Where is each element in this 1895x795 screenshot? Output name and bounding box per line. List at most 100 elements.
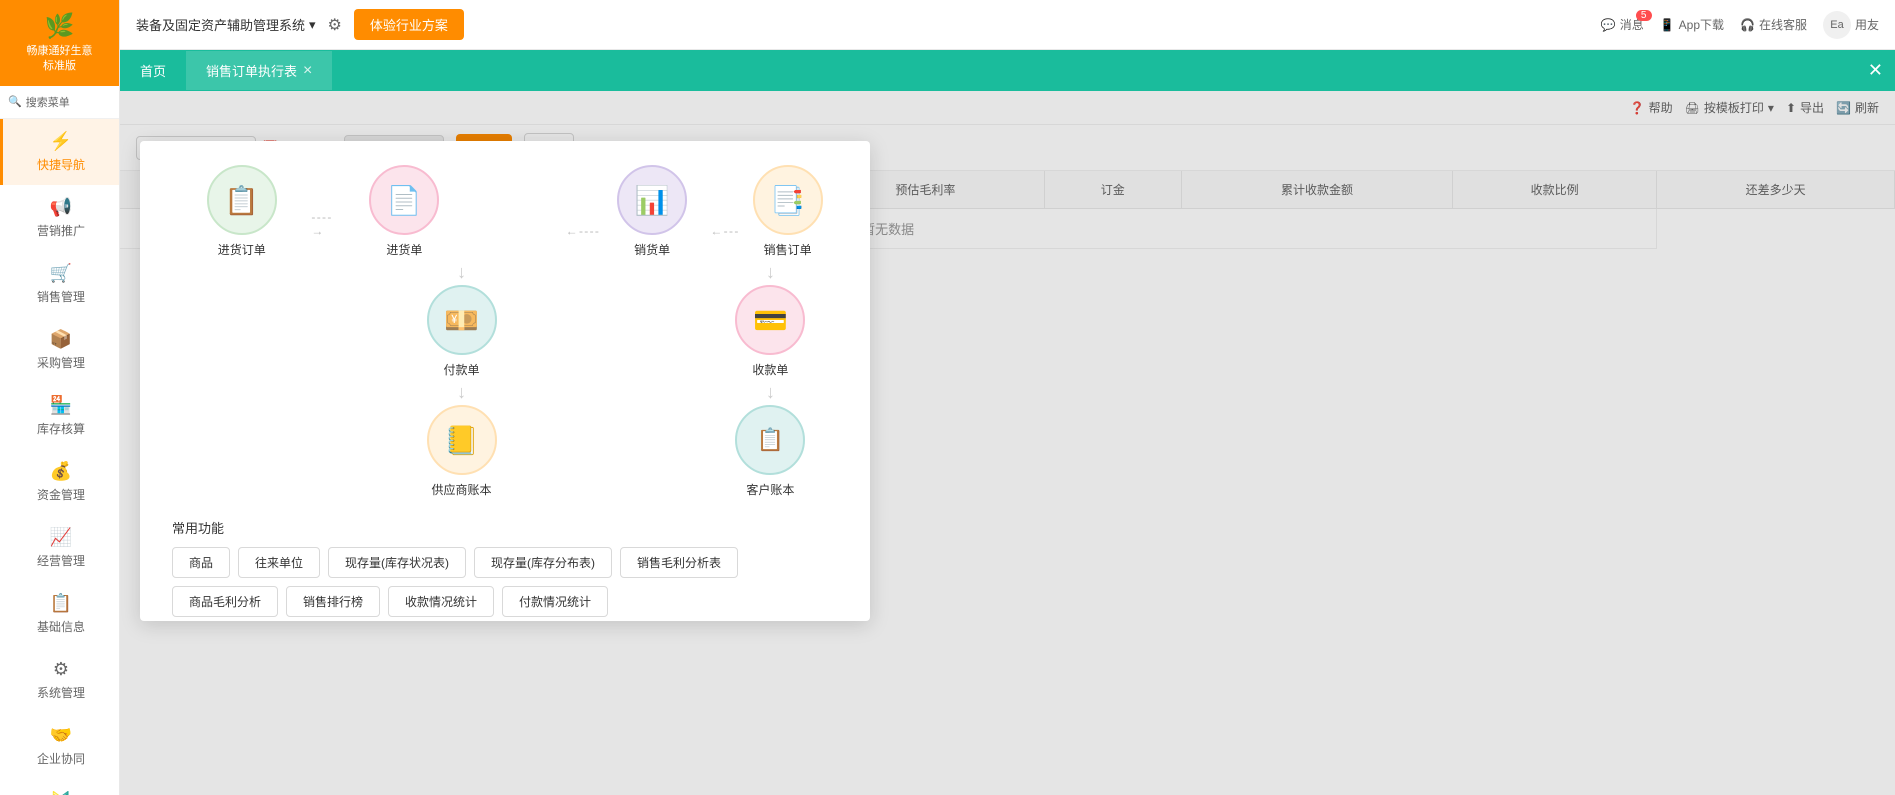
user-name: 用友 (1855, 16, 1879, 33)
down-arrow-purchase: ↓ (384, 262, 538, 283)
service-icon: 🎧 (1740, 18, 1755, 32)
online-service-item[interactable]: 🎧 在线客服 (1740, 16, 1807, 33)
topbar-right: 💬 消息 5 📱 App下载 🎧 在线客服 Ea 用友 (1601, 11, 1879, 39)
flow-node-purchase-order[interactable]: 📋 进货订单 (172, 165, 311, 258)
arrow-left-2: ← - - - (706, 224, 737, 238)
logo-text: 畅康通好生意 标准版 (27, 45, 93, 72)
sidebar-label-quick-nav: 快捷导航 (37, 156, 85, 173)
functions-grid: 商品往来单位现存量(库存状况表) 现存量(库存分布表) 销售毛利分析表商品毛利分析销… (172, 547, 838, 617)
topbar: 装备及固定资产辅助管理系统 ▾ ⚙ 体验行业方案 💬 消息 5 📱 App下载 … (120, 0, 1895, 50)
sidebar-label-finance: 资金管理 (37, 486, 85, 503)
phone-icon: 📱 (1660, 18, 1675, 32)
settings-icon[interactable]: ⚙ (328, 15, 342, 35)
sidebar-label-marketing: 营销推广 (37, 222, 85, 239)
sidebar-icon-system: ⚙ (53, 659, 69, 680)
flow-node-receipt[interactable]: 💳 收款单 (703, 285, 838, 378)
flow-diagram: 📋 进货订单 - - - - → 📄 进货单 (172, 165, 838, 498)
sidebar-icon-inventory: 🏪 (50, 395, 72, 416)
func-btn-4[interactable]: 销售毛利分析表 (620, 547, 738, 578)
sidebar-label-basic-info: 基础信息 (37, 618, 85, 635)
message-badge: 5 (1636, 10, 1652, 21)
modal-overlay: 📋 进货订单 - - - - → 📄 进货单 (120, 91, 1895, 795)
flow-node-sale-bill[interactable]: 📊 销货单 (598, 165, 706, 258)
func-btn-8[interactable]: 付款情况统计 (502, 586, 608, 617)
app-download-item[interactable]: 📱 App下载 (1660, 16, 1724, 33)
sidebar: 🌿 畅康通好生意 标准版 🔍 搜索菜单 ⚡ 快捷导航 📢营销推广 🛒 销售管理 📦 采购管理… (0, 0, 120, 795)
sidebar-item-newbie[interactable]: 🔰新手引导 (0, 779, 119, 795)
system-title-dropdown[interactable]: 装备及固定资产辅助管理系统 ▾ (136, 15, 316, 34)
sidebar-item-purchase[interactable]: 📦 采购管理 (0, 317, 119, 383)
tab-close-icon[interactable]: × (303, 62, 312, 80)
online-service-label: 在线客服 (1759, 16, 1807, 33)
flow-node-supplier[interactable]: 📒 供应商账本 (384, 405, 538, 498)
customer-icon: 📋 (735, 405, 805, 475)
app-download-label: App下载 (1679, 16, 1724, 33)
sidebar-item-marketing[interactable]: 📢营销推广 (0, 185, 119, 251)
payment-icon: 💴 (427, 285, 497, 355)
func-btn-5[interactable]: 商品毛利分析 (172, 586, 278, 617)
message-item[interactable]: 💬 消息 5 (1601, 16, 1644, 33)
func-btn-1[interactable]: 往来单位 (238, 547, 320, 578)
sidebar-logo[interactable]: 🌿 畅康通好生意 标准版 (0, 0, 119, 86)
sidebar-item-operations[interactable]: 📈 经营管理 (0, 515, 119, 581)
customer-label: 客户账本 (746, 481, 794, 498)
func-btn-0[interactable]: 商品 (172, 547, 230, 578)
search-icon: 🔍 (8, 95, 22, 108)
sidebar-item-system[interactable]: ⚙ 系统管理 (0, 647, 119, 713)
down-arrow-sale: ↓ (703, 262, 838, 283)
purchase-bill-icon: 📄 (369, 165, 439, 235)
arrow-left-1: ← - - - - (559, 224, 598, 238)
message-icon: 💬 (1601, 18, 1616, 32)
flow-node-customer[interactable]: 📋 客户账本 (703, 405, 838, 498)
sidebar-icon-enterprise: 🤝 (50, 725, 72, 746)
sidebar-item-quick-nav[interactable]: ⚡ 快捷导航 (0, 119, 119, 185)
sale-order-label: 销售订单 (764, 241, 812, 258)
sidebar-label-operations: 经营管理 (37, 552, 85, 569)
supplier-icon: 📒 (427, 405, 497, 475)
flow-modal: 📋 进货订单 - - - - → 📄 进货单 (140, 141, 870, 621)
purchase-bill-label: 进货单 (386, 241, 422, 258)
func-btn-7[interactable]: 收款情况统计 (388, 586, 494, 617)
sidebar-label-purchase: 采购管理 (37, 354, 85, 371)
func-btn-3[interactable]: 现存量(库存分布表) (474, 547, 612, 578)
sidebar-label-inventory: 库存核算 (37, 420, 85, 437)
supplier-label: 供应商账本 (432, 481, 492, 498)
tab-sales-order[interactable]: 销售订单执行表 × (186, 51, 332, 90)
flow-node-sale-order[interactable]: 📑 销售订单 (737, 165, 838, 258)
down-arrow-receipt: ↓ (703, 382, 838, 403)
flow-node-payment[interactable]: 💴 付款单 (384, 285, 538, 378)
user-item[interactable]: Ea 用友 (1823, 11, 1879, 39)
sale-order-icon: 📑 (753, 165, 823, 235)
sidebar-icon-quick-nav: ⚡ (50, 131, 72, 152)
sidebar-nav: ⚡ 快捷导航 📢营销推广 🛒 销售管理 📦 采购管理 🏪 库存核算 💰 资金管理 📈 经营管理 📋基础信息… (0, 119, 119, 795)
sidebar-item-enterprise[interactable]: 🤝 企业协同 (0, 713, 119, 779)
close-window-icon[interactable]: ✕ (1856, 50, 1895, 91)
sidebar-label-system: 系统管理 (37, 684, 85, 701)
sidebar-item-basic-info[interactable]: 📋基础信息 (0, 581, 119, 647)
tabs-bar: 首页 销售订单执行表 × ✕ (120, 50, 1895, 91)
sidebar-icon-purchase: 📦 (50, 329, 72, 350)
down-arrow-payment: ↓ (384, 382, 538, 403)
sale-bill-icon: 📊 (617, 165, 687, 235)
experience-btn[interactable]: 体验行业方案 (354, 9, 464, 40)
receipt-label: 收款单 (752, 361, 788, 378)
sidebar-label-sales: 销售管理 (37, 288, 85, 305)
sidebar-search[interactable]: 🔍 搜索菜单 (0, 86, 119, 119)
common-functions-title: 常用功能 (172, 518, 838, 537)
sidebar-icon-sales: 🛒 (50, 263, 72, 284)
func-btn-2[interactable]: 现存量(库存状况表) (328, 547, 466, 578)
sidebar-label-enterprise: 企业协同 (37, 750, 85, 767)
sidebar-icon-finance: 💰 (50, 461, 72, 482)
tab-home[interactable]: 首页 (120, 51, 186, 90)
receipt-icon: 💳 (735, 285, 805, 355)
sidebar-item-sales[interactable]: 🛒 销售管理 (0, 251, 119, 317)
sale-bill-label: 销货单 (634, 241, 670, 258)
main-area: 装备及固定资产辅助管理系统 ▾ ⚙ 体验行业方案 💬 消息 5 📱 App下载 … (120, 0, 1895, 795)
func-btn-6[interactable]: 销售排行榜 (286, 586, 380, 617)
system-title: 装备及固定资产辅助管理系统 (136, 15, 305, 34)
flow-node-purchase-bill[interactable]: 📄 进货单 (342, 165, 466, 258)
sidebar-icon-operations: 📈 (50, 527, 72, 548)
sidebar-item-finance[interactable]: 💰 资金管理 (0, 449, 119, 515)
logo-icon: 🌿 (8, 12, 111, 41)
sidebar-item-inventory[interactable]: 🏪 库存核算 (0, 383, 119, 449)
